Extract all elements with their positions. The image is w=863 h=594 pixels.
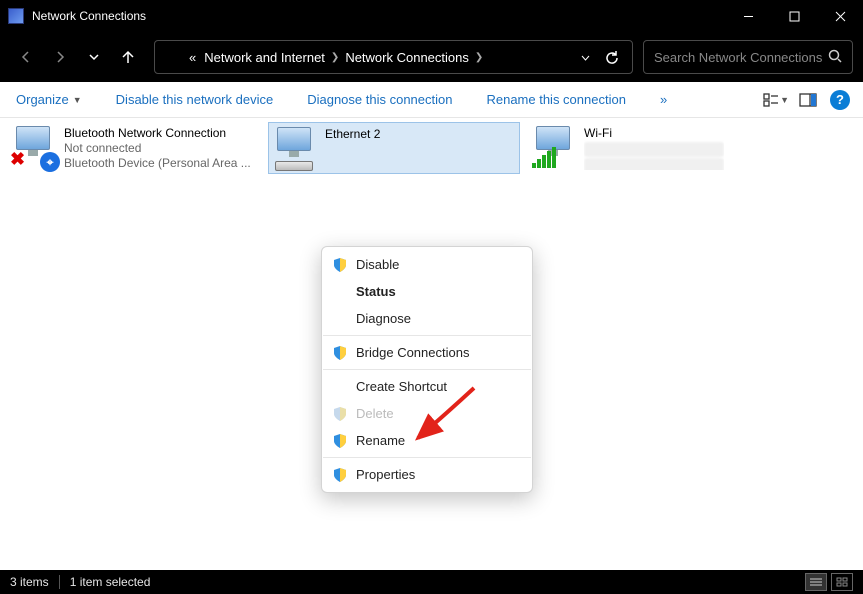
search-icon: [828, 49, 842, 66]
maximize-button[interactable]: [771, 0, 817, 32]
menu-separator: [323, 335, 531, 336]
menu-label: Create Shortcut: [356, 379, 447, 394]
titlebar: Network Connections: [0, 0, 863, 32]
close-button[interactable]: [817, 0, 863, 32]
shield-icon: [332, 467, 348, 483]
connection-item-ethernet[interactable]: Ethernet 2: [268, 122, 520, 174]
details-view-button[interactable]: [805, 573, 827, 591]
menu-item-delete: Delete: [322, 400, 532, 427]
connection-name: Wi-Fi: [584, 126, 724, 141]
chevron-down-icon[interactable]: [580, 52, 591, 63]
menu-separator: [323, 457, 531, 458]
address-bar[interactable]: « Network and Internet ❯ Network Connect…: [154, 40, 633, 74]
chevron-right-icon[interactable]: ❯: [475, 52, 483, 63]
caret-down-icon: ▼: [73, 95, 82, 105]
breadcrumb-prefix: «: [189, 50, 196, 65]
icons-view-button[interactable]: [831, 573, 853, 591]
location-icon: [163, 49, 179, 65]
menu-label: Status: [356, 284, 396, 299]
menu-label: Rename: [356, 433, 405, 448]
overflow-button[interactable]: »: [654, 88, 673, 111]
connection-item-wifi[interactable]: Wi-Fi: [528, 122, 780, 174]
connection-name: Ethernet 2: [325, 127, 380, 142]
menu-label: Delete: [356, 406, 394, 421]
caret-down-icon: ▼: [780, 95, 789, 105]
status-item-count: 3 items: [10, 575, 49, 589]
menu-separator: [323, 369, 531, 370]
connection-status: Not connected: [64, 141, 251, 156]
chevron-right-icon[interactable]: ❯: [331, 52, 339, 63]
menu-item-diagnose[interactable]: Diagnose: [322, 305, 532, 332]
app-icon: [8, 8, 24, 24]
context-menu: Disable Status Diagnose Bridge Connectio…: [321, 246, 533, 493]
organize-label: Organize: [16, 92, 69, 107]
status-selected-count: 1 item selected: [70, 575, 151, 589]
breadcrumb-item[interactable]: Network Connections: [345, 50, 469, 65]
up-button[interactable]: [112, 41, 144, 73]
disable-device-button[interactable]: Disable this network device: [110, 88, 280, 111]
menu-label: Properties: [356, 467, 415, 482]
menu-label: Bridge Connections: [356, 345, 469, 360]
content-pane[interactable]: ✖ ⌖ Bluetooth Network Connection Not con…: [0, 118, 863, 570]
forward-button[interactable]: [44, 41, 76, 73]
breadcrumb-item[interactable]: Network and Internet: [204, 50, 325, 65]
menu-item-properties[interactable]: Properties: [322, 461, 532, 488]
connection-item-bluetooth[interactable]: ✖ ⌖ Bluetooth Network Connection Not con…: [8, 122, 260, 174]
disconnected-icon: ✖: [10, 149, 25, 170]
switch-icon: [275, 161, 313, 171]
rename-connection-button[interactable]: Rename this connection: [480, 88, 631, 111]
refresh-button[interactable]: [605, 50, 620, 65]
connection-name: Bluetooth Network Connection: [64, 126, 251, 141]
window-title: Network Connections: [32, 9, 146, 23]
preview-pane-button[interactable]: [795, 87, 821, 113]
shield-icon: [332, 257, 348, 273]
shield-icon: [332, 433, 348, 449]
connection-device: Bluetooth Device (Personal Area ...: [64, 156, 251, 170]
help-button[interactable]: ?: [827, 87, 853, 113]
menu-item-bridge[interactable]: Bridge Connections: [322, 339, 532, 366]
command-bar: Organize ▼ Disable this network device D…: [0, 82, 863, 118]
menu-item-status[interactable]: Status: [322, 278, 532, 305]
connection-icon: [530, 126, 578, 170]
wifi-signal-icon: [532, 147, 556, 168]
organize-button[interactable]: Organize ▼: [10, 88, 88, 111]
connection-icon: [271, 127, 319, 171]
search-input[interactable]: Search Network Connections: [643, 40, 853, 74]
search-placeholder: Search Network Connections: [654, 50, 822, 65]
shield-icon: [332, 406, 348, 422]
menu-label: Diagnose: [356, 311, 411, 326]
redacted-text: [584, 142, 724, 157]
redacted-text: [584, 158, 724, 170]
view-options-button[interactable]: ▼: [763, 87, 789, 113]
minimize-button[interactable]: [725, 0, 771, 32]
menu-item-disable[interactable]: Disable: [322, 251, 532, 278]
diagnose-connection-button[interactable]: Diagnose this connection: [301, 88, 458, 111]
navigation-bar: « Network and Internet ❯ Network Connect…: [0, 32, 863, 82]
menu-label: Disable: [356, 257, 399, 272]
bluetooth-icon: ⌖: [40, 152, 60, 172]
menu-item-rename[interactable]: Rename: [322, 427, 532, 454]
connection-icon: ✖ ⌖: [10, 126, 58, 170]
recent-button[interactable]: [78, 41, 110, 73]
divider: [59, 575, 60, 589]
status-bar: 3 items 1 item selected: [0, 570, 863, 594]
menu-item-create-shortcut[interactable]: Create Shortcut: [322, 373, 532, 400]
back-button[interactable]: [10, 41, 42, 73]
shield-icon: [332, 345, 348, 361]
